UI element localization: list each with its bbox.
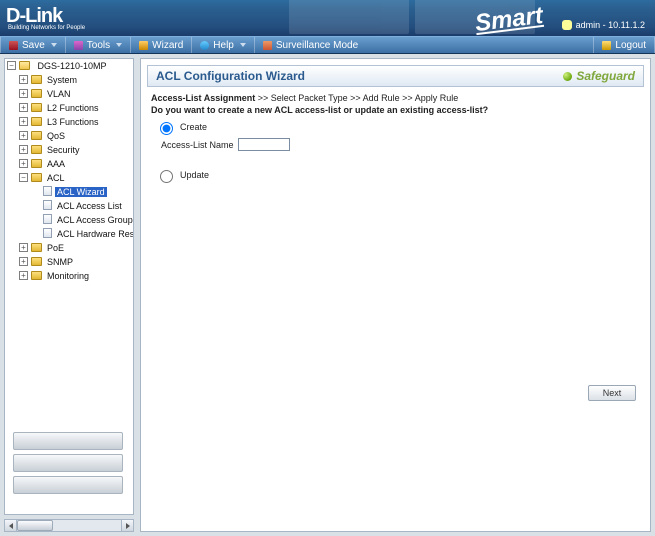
logout-button[interactable]: Logout: [594, 37, 654, 53]
access-list-name-label: Access-List Name: [161, 140, 234, 150]
folder-icon: [31, 159, 42, 168]
avatar-icon: [562, 20, 572, 30]
folder-icon: [31, 89, 42, 98]
tree-item[interactable]: PoE: [45, 243, 66, 253]
surveillance-mode-button[interactable]: Surveillance Mode: [255, 37, 366, 53]
bc-current: Access-List Assignment: [151, 93, 255, 103]
tools-label: Tools: [87, 40, 110, 51]
chevron-left-icon: [9, 523, 13, 529]
tree-item[interactable]: System: [45, 75, 79, 85]
main-panel: ACL Configuration Wizard Safeguard Acces…: [140, 58, 651, 532]
scroll-track[interactable]: [17, 520, 121, 531]
brand-tagline: Building Networks for People: [8, 25, 85, 31]
tree-toggle[interactable]: [19, 243, 28, 252]
chevron-down-icon: [51, 43, 57, 47]
folder-icon: [31, 131, 42, 140]
folder-icon: [31, 103, 42, 112]
tree-item[interactable]: ACL: [45, 173, 67, 183]
wizard-button[interactable]: Wizard: [131, 37, 191, 53]
tree-toggle[interactable]: [19, 89, 28, 98]
scroll-left-button[interactable]: [5, 520, 17, 531]
tree-item[interactable]: SNMP: [45, 257, 75, 267]
tools-menu[interactable]: Tools: [66, 37, 130, 53]
scroll-thumb[interactable]: [17, 520, 53, 531]
tree-toggle[interactable]: [19, 103, 28, 112]
safeguard-text: Safeguard: [576, 69, 635, 83]
user-info: admin - 10.11.1.2: [562, 20, 645, 30]
access-list-name-input[interactable]: [238, 138, 290, 151]
wizard-icon: [139, 41, 148, 50]
tree-item[interactable]: Security: [45, 145, 82, 155]
tree-toggle[interactable]: [19, 271, 28, 280]
create-label: Create: [180, 122, 207, 132]
page-icon: [43, 228, 52, 238]
next-button[interactable]: Next: [588, 385, 636, 401]
tree-item[interactable]: ACL Wizard: [55, 187, 107, 197]
help-label: Help: [213, 40, 234, 51]
wizard-prompt: Do you want to create a new ACL access-l…: [151, 105, 640, 115]
chevron-down-icon: [116, 43, 122, 47]
tree-item[interactable]: Monitoring: [45, 271, 91, 281]
folder-icon: [31, 271, 42, 280]
scroll-right-button[interactable]: [121, 520, 133, 531]
create-radio[interactable]: [160, 122, 173, 135]
help-icon: [200, 41, 209, 50]
tools-icon: [74, 41, 83, 50]
wizard-breadcrumb: Access-List Assignment >> Select Packet …: [151, 93, 640, 103]
brand-block: D-Link Building Networks for People: [6, 1, 62, 31]
tree-item[interactable]: ACL Hardware Resource Status: [55, 229, 134, 239]
chevron-right-icon: [126, 523, 130, 529]
wizard-label: Wizard: [152, 40, 183, 51]
nav-tree[interactable]: DGS-1210-10MP System VLAN L2 Functions L3 F…: [4, 58, 134, 515]
tree-item[interactable]: ACL Access Group: [55, 215, 134, 225]
tree-hscroll[interactable]: [4, 519, 134, 532]
logout-icon: [602, 41, 611, 50]
folder-icon: [19, 61, 30, 70]
tree-item[interactable]: L3 Functions: [45, 117, 101, 127]
folder-icon: [31, 257, 42, 266]
save-label: Save: [22, 40, 45, 51]
save-icon: [9, 41, 18, 50]
user-text: admin - 10.11.1.2: [576, 20, 645, 30]
folder-icon: [31, 117, 42, 126]
tree-toggle[interactable]: [19, 173, 28, 182]
tree-item[interactable]: L2 Functions: [45, 103, 101, 113]
tree-toggle[interactable]: [19, 75, 28, 84]
page-title: ACL Configuration Wizard: [156, 69, 305, 83]
tree-toggle[interactable]: [19, 145, 28, 154]
tree-toggle[interactable]: [19, 117, 28, 126]
folder-icon: [31, 243, 42, 252]
tree-root[interactable]: DGS-1210-10MP: [36, 61, 109, 71]
device-image: [13, 428, 123, 494]
surveillance-label: Surveillance Mode: [276, 40, 358, 51]
folder-icon: [31, 145, 42, 154]
safeguard-badge: Safeguard: [563, 69, 635, 83]
tree-item[interactable]: QoS: [45, 131, 67, 141]
update-label: Update: [180, 170, 209, 180]
tree-toggle[interactable]: [19, 159, 28, 168]
chevron-down-icon: [240, 43, 246, 47]
page-icon: [43, 186, 52, 196]
tree-item[interactable]: ACL Access List: [55, 201, 124, 211]
tree-toggle[interactable]: [19, 257, 28, 266]
page-header: ACL Configuration Wizard Safeguard: [147, 65, 644, 87]
tree-item[interactable]: VLAN: [45, 89, 73, 99]
surveillance-icon: [263, 41, 272, 50]
tree-toggle[interactable]: [7, 61, 16, 70]
page-icon: [43, 200, 52, 210]
logout-label: Logout: [615, 40, 646, 51]
folder-icon: [31, 173, 42, 182]
page-icon: [43, 214, 52, 224]
update-radio[interactable]: [160, 170, 173, 183]
folder-icon: [31, 75, 42, 84]
safeguard-icon: [563, 72, 572, 81]
main-toolbar: Save Tools Wizard Help Surveillance Mode…: [0, 36, 655, 54]
top-banner: D-Link Building Networks for People Smar…: [0, 0, 655, 36]
tree-toggle[interactable]: [19, 131, 28, 140]
save-menu[interactable]: Save: [1, 37, 65, 53]
help-menu[interactable]: Help: [192, 37, 254, 53]
tree-item[interactable]: AAA: [45, 159, 67, 169]
